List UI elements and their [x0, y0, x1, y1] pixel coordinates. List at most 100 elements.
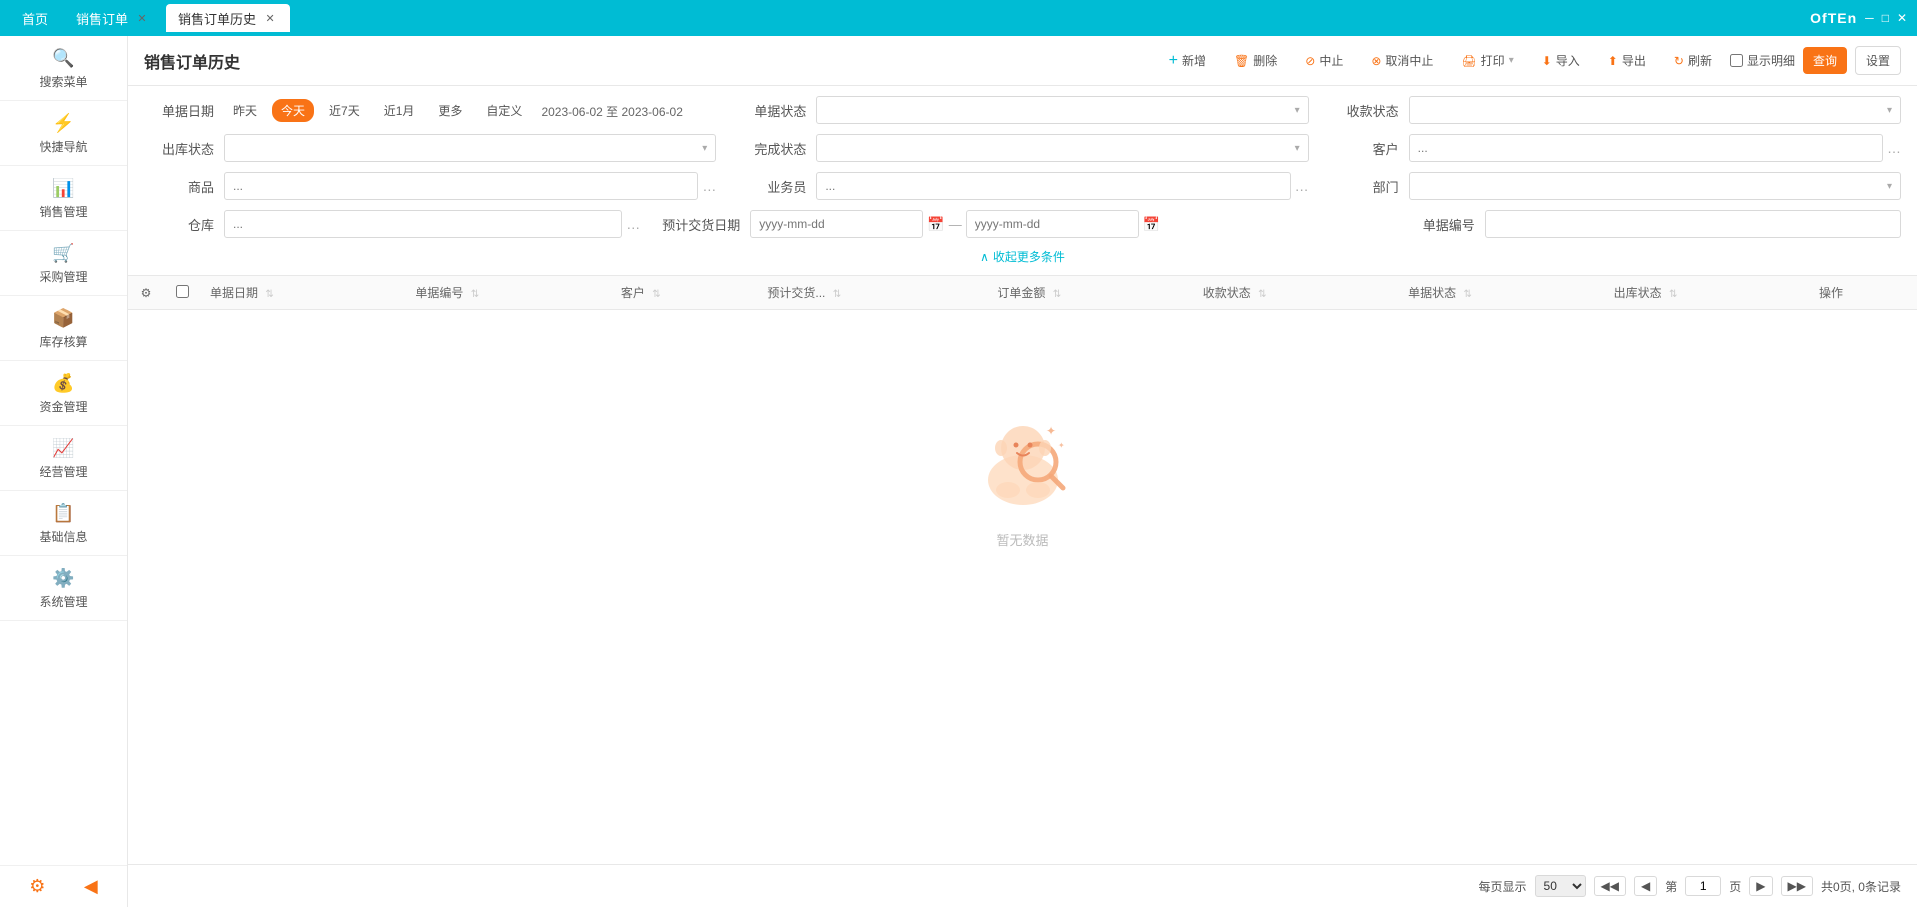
select-all-checkbox[interactable] [176, 285, 189, 298]
import-icon: ⬇ [1542, 54, 1552, 68]
sidebar-item-base-info[interactable]: 📋 基础信息 [0, 491, 127, 556]
add-icon: + [1169, 52, 1178, 70]
date-yesterday-btn[interactable]: 昨天 [224, 99, 266, 122]
col-expected-date-sort-icon[interactable]: ⇅ [833, 289, 841, 300]
import-label: 导入 [1556, 52, 1580, 69]
inventory-icon: 📦 [52, 308, 74, 329]
sidebar-collapse-icon[interactable]: ◀ [84, 876, 98, 897]
col-bill-status-sort-icon[interactable]: ⇅ [1464, 289, 1472, 300]
date-more-btn[interactable]: 更多 [429, 99, 471, 122]
first-page-button[interactable]: ◀◀ [1594, 876, 1626, 896]
print-button[interactable]: 🖨 打印 ▾ [1451, 47, 1523, 74]
table-header-row: ⚙ 单据日期 ⇅ 单据编号 ⇅ [128, 276, 1917, 310]
next-page-button[interactable]: ▶ [1749, 876, 1772, 896]
date-end-calendar-icon[interactable]: 📅 [1143, 216, 1160, 233]
col-bill-status-label: 单据状态 [1408, 286, 1456, 300]
col-settings: ⚙ [128, 276, 164, 310]
col-settings-icon[interactable]: ⚙ [141, 286, 152, 300]
product-label: 商品 [144, 177, 224, 196]
show-detail-checkbox[interactable] [1730, 54, 1743, 67]
department-select[interactable]: ▾ [1409, 172, 1901, 200]
main-layout: 🔍 搜索菜单 ⚡ 快捷导航 📊 销售管理 🛒 采购管理 📦 库存核算 💰 资金管… [0, 36, 1917, 907]
page-number-input[interactable] [1685, 876, 1721, 896]
delete-icon: 🗑 [1234, 54, 1249, 68]
export-button[interactable]: ⬆ 导出 [1598, 47, 1656, 74]
last-page-button[interactable]: ▶▶ [1781, 876, 1813, 896]
top-bar-right: OfTEn ─ □ ✕ [1810, 10, 1907, 26]
sidebar-item-inventory[interactable]: 📦 库存核算 [0, 296, 127, 361]
delete-button[interactable]: 🗑 删除 [1224, 47, 1287, 74]
date-start-calendar-icon[interactable]: 📅 [927, 216, 944, 233]
date-end-input[interactable] [966, 210, 1139, 238]
collapse-button[interactable]: ∧ 收起更多条件 [980, 248, 1065, 265]
receipt-status-select[interactable]: ▾ [1409, 96, 1901, 124]
sidebar-item-system-mgmt-label: 系统管理 [39, 593, 87, 610]
product-dots-icon[interactable]: … [702, 178, 716, 194]
filter-row-4: 仓库 … 预计交货日期 📅 — 📅 单据编号 [144, 210, 1901, 238]
date-custom-btn[interactable]: 自定义 [477, 99, 531, 122]
department-label: 部门 [1329, 177, 1409, 196]
col-out-status: 出库状态 ⇅ [1604, 276, 1809, 310]
import-button[interactable]: ⬇ 导入 [1532, 47, 1590, 74]
col-out-status-sort-icon[interactable]: ⇅ [1669, 289, 1677, 300]
tab-home[interactable]: 首页 [10, 4, 60, 32]
sidebar-item-search-menu[interactable]: 🔍 搜索菜单 [0, 36, 127, 101]
warehouse-input[interactable] [224, 210, 622, 238]
col-bill-no-sort-icon[interactable]: ⇅ [471, 289, 479, 300]
date-last7-btn[interactable]: 近7天 [320, 99, 369, 122]
sidebar-item-operation[interactable]: 📈 经营管理 [0, 426, 127, 491]
complete-status-select[interactable]: ▾ [816, 134, 1308, 162]
sidebar-settings-icon[interactable]: ⚙ [29, 876, 45, 897]
tab-sales-order-label: 销售订单 [76, 9, 128, 28]
tab-sales-history-close[interactable]: ✕ [262, 10, 278, 26]
expand-btn[interactable]: □ [1882, 11, 1889, 25]
col-receipt-status-sort-icon[interactable]: ⇅ [1258, 289, 1266, 300]
minimize-btn[interactable]: ─ [1865, 11, 1874, 25]
cancel-stop-label: 取消中止 [1385, 52, 1433, 69]
cancel-stop-button[interactable]: ⊗ 取消中止 [1361, 47, 1443, 74]
tab-sales-history[interactable]: 销售订单历史 ✕ [166, 4, 290, 32]
customer-input[interactable] [1409, 134, 1883, 162]
page-header: 销售订单历史 + 新增 🗑 删除 ⊘ 中止 ⊗ 取消中止 [128, 36, 1917, 86]
sidebar-item-sales-mgmt[interactable]: 📊 销售管理 [0, 166, 127, 231]
warehouse-dots-icon[interactable]: … [626, 216, 640, 232]
sidebar-item-sales-mgmt-label: 销售管理 [39, 203, 87, 220]
page-size-label: 每页显示 [1479, 878, 1527, 895]
out-status-select[interactable]: ▾ [224, 134, 716, 162]
show-detail-checkbox-wrapper[interactable]: 显示明细 [1730, 52, 1795, 69]
customer-dots-icon[interactable]: … [1887, 140, 1901, 156]
sidebar-bottom: ⚙ ◀ [0, 865, 127, 907]
query-button[interactable]: 查询 [1803, 47, 1847, 74]
stop-icon: ⊘ [1305, 54, 1315, 68]
empty-illustration: ✦ ✦ [958, 390, 1088, 520]
date-last1m-btn[interactable]: 近1月 [375, 99, 424, 122]
salesperson-input[interactable] [816, 172, 1290, 200]
refresh-button[interactable]: ↻ 刷新 [1664, 47, 1722, 74]
date-start-input[interactable] [750, 210, 923, 238]
bill-no-input[interactable] [1485, 210, 1901, 238]
col-bill-date-sort-icon[interactable]: ⇅ [265, 289, 273, 300]
tab-sales-order-close[interactable]: ✕ [134, 10, 150, 26]
export-icon: ⬆ [1608, 54, 1618, 68]
date-today-btn[interactable]: 今天 [272, 99, 314, 122]
col-order-amount-sort-icon[interactable]: ⇅ [1053, 289, 1061, 300]
bill-status-select[interactable]: ▾ [816, 96, 1308, 124]
page-size-select[interactable]: 10 20 50 100 [1535, 875, 1586, 897]
salesperson-dots-icon[interactable]: … [1295, 178, 1309, 194]
sidebar-item-quick-nav[interactable]: ⚡ 快捷导航 [0, 101, 127, 166]
stop-button[interactable]: ⊘ 中止 [1295, 47, 1353, 74]
collapse-chevron-icon: ∧ [980, 250, 989, 264]
sidebar-item-purchase-mgmt[interactable]: 🛒 采购管理 [0, 231, 127, 296]
tab-sales-order[interactable]: 销售订单 ✕ [64, 4, 162, 32]
add-button[interactable]: + 新增 [1159, 47, 1216, 75]
prev-page-button[interactable]: ◀ [1634, 876, 1657, 896]
receipt-status-label: 收款状态 [1329, 101, 1409, 120]
settings-button[interactable]: 设置 [1855, 46, 1901, 75]
sidebar-item-finance[interactable]: 💰 资金管理 [0, 361, 127, 426]
product-input[interactable] [224, 172, 698, 200]
col-customer-sort-icon[interactable]: ⇅ [652, 289, 660, 300]
sidebar-item-purchase-mgmt-label: 采购管理 [39, 268, 87, 285]
close-btn[interactable]: ✕ [1897, 11, 1907, 25]
col-expected-date-label: 预计交货... [767, 286, 825, 300]
sidebar-item-system-mgmt[interactable]: ⚙️ 系统管理 [0, 556, 127, 621]
